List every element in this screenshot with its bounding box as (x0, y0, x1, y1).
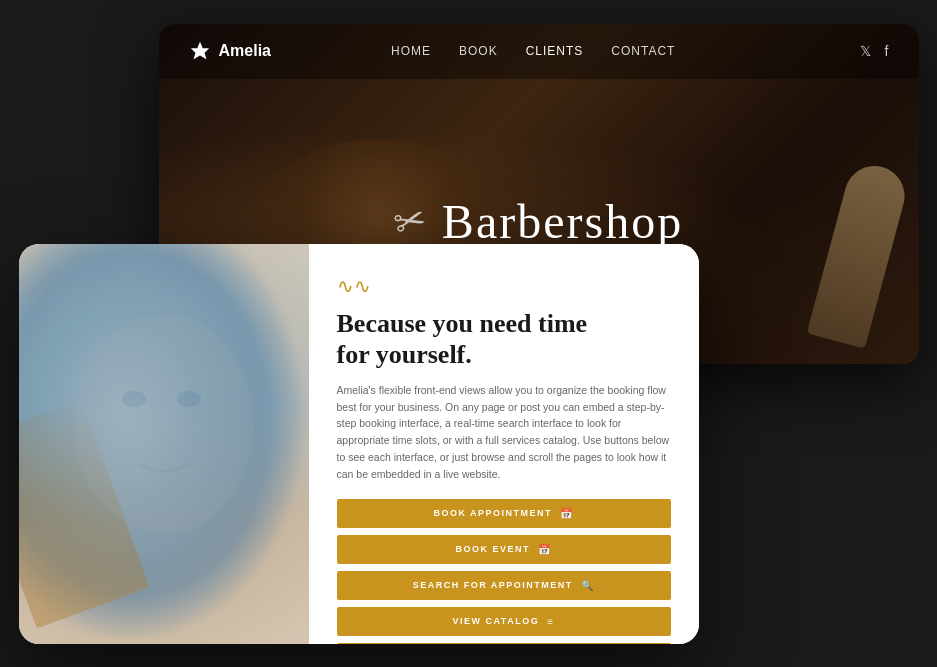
view-catalog-button[interactable]: VIEW CATALOG ≡ (337, 607, 671, 636)
nav-clients[interactable]: CLIENTS (526, 44, 584, 58)
svg-marker-0 (190, 42, 208, 59)
twitter-icon[interactable]: 𝕏 (860, 43, 871, 59)
svg-point-3 (177, 391, 201, 407)
front-device: ∿∿ Because you need time for yourself. A… (19, 244, 699, 644)
facebook-icon[interactable]: f (885, 43, 889, 59)
nav-contact[interactable]: CONTACT (611, 44, 675, 58)
search-appointment-icon: 🔍 (581, 580, 595, 591)
spa-face-bg (19, 244, 309, 644)
search-appointment-button[interactable]: SEARCH FOR APPOINTMENT 🔍 (337, 571, 671, 600)
nav-book[interactable]: BOOK (459, 44, 498, 58)
book-appointment-button[interactable]: BOOK APPOINTMENT 📅 (337, 499, 671, 528)
back-nav-social: 𝕏 f (860, 43, 889, 59)
description-text: Amelia's flexible front-end views allow … (337, 382, 671, 483)
book-appointment-icon: 📅 (560, 508, 574, 519)
main-heading: Because you need time for yourself. (337, 308, 671, 370)
book-event-button[interactable]: BOOK EVENT 📅 (337, 535, 671, 564)
svg-point-1 (74, 314, 254, 534)
decorative-swirl: ∿∿ (337, 276, 671, 296)
scene: Amelia HOME BOOK CLIENTS CONTACT 𝕏 f (19, 24, 919, 644)
back-nav-links: HOME BOOK CLIENTS CONTACT (391, 44, 675, 58)
logo-text: Amelia (219, 42, 271, 60)
spa-text-panel: ∿∿ Because you need time for yourself. A… (309, 244, 699, 644)
back-logo: Amelia (189, 40, 271, 62)
view-catalog-icon: ≡ (547, 616, 554, 627)
customer-panel-button[interactable]: CUSTOMER PANEL 👤 (337, 643, 671, 644)
amelia-logo-icon (189, 40, 211, 62)
scissors-icon: ✂ (389, 196, 431, 247)
svg-point-2 (122, 391, 146, 407)
face-svg (19, 244, 309, 644)
spa-image (19, 244, 309, 644)
barbershop-title: Barbershop (442, 194, 683, 249)
book-event-icon: 📅 (538, 544, 552, 555)
buttons-group: BOOK APPOINTMENT 📅 BOOK EVENT 📅 SEARCH F… (337, 499, 671, 644)
barbershop-title-area: ✂ Barbershop (394, 194, 683, 249)
back-nav: Amelia HOME BOOK CLIENTS CONTACT 𝕏 f (159, 24, 919, 79)
nav-home[interactable]: HOME (391, 44, 431, 58)
